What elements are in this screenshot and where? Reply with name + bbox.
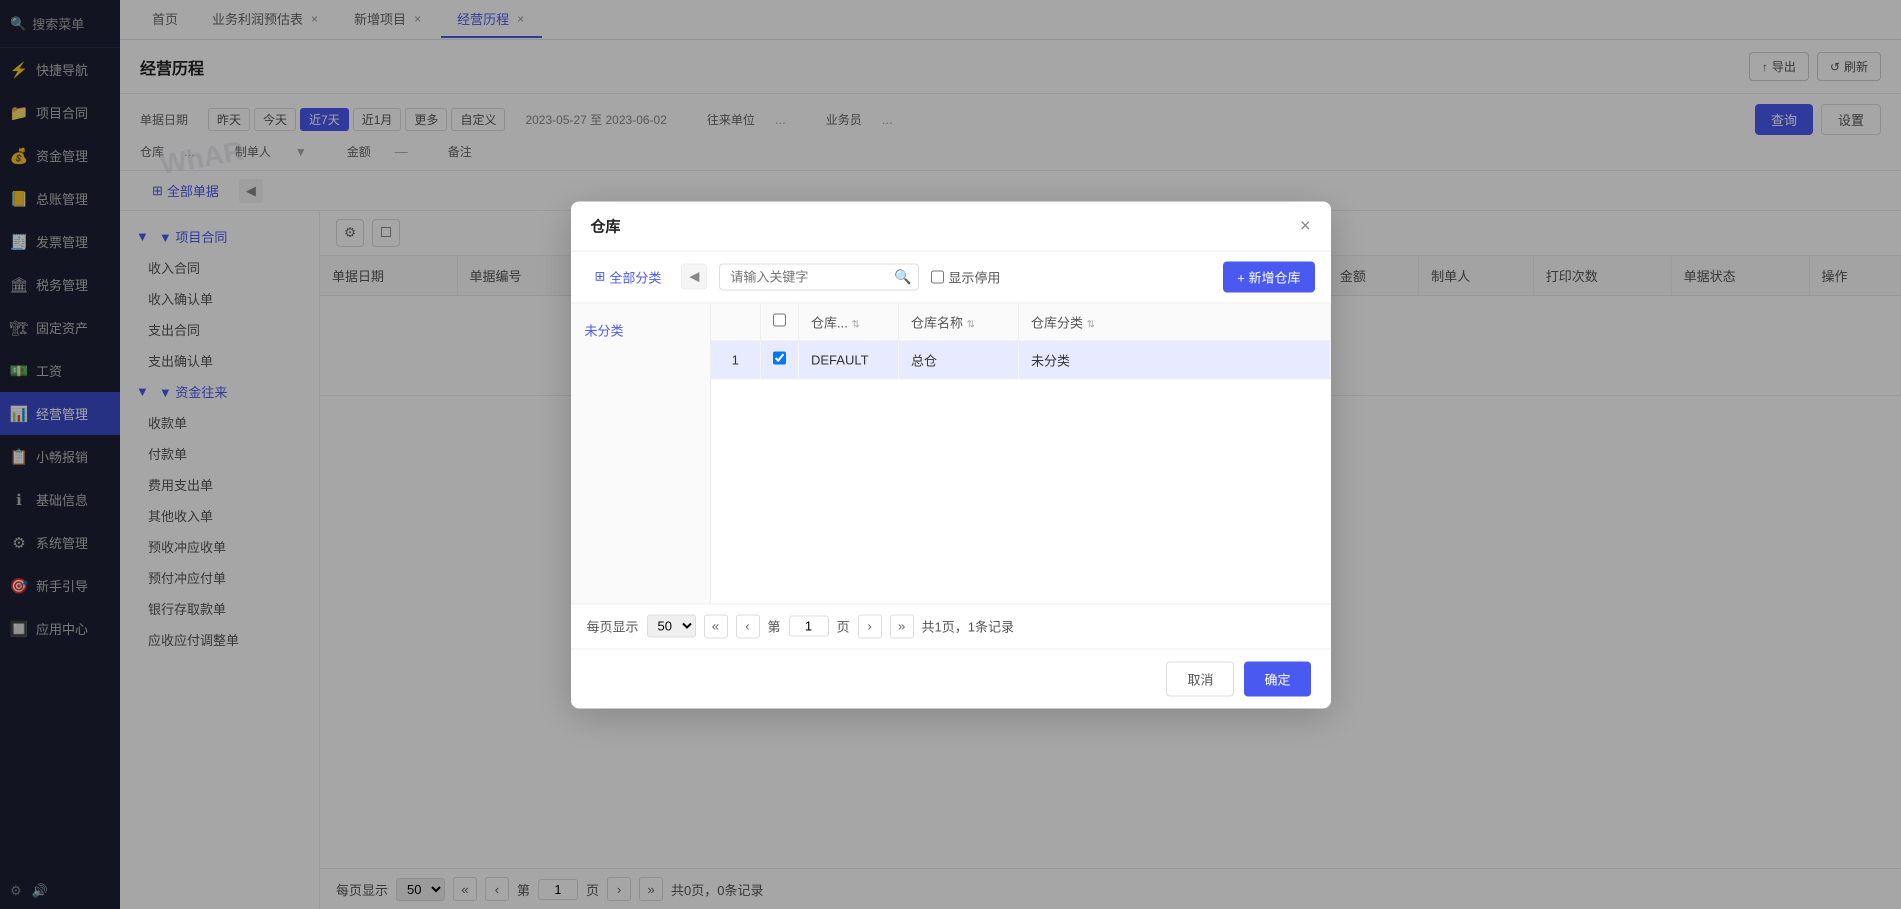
modal-page-size-select[interactable]: 50 [647, 615, 696, 638]
confirm-button[interactable]: 确定 [1244, 661, 1310, 696]
show-disabled-label: 显示停用 [948, 267, 1000, 286]
modal-select-all-checkbox[interactable] [773, 314, 786, 327]
modal-total-records: 共1页，1条记录 [922, 617, 1014, 636]
sort-icon-name: ⇅ [967, 319, 975, 330]
modal-table-header-row: 仓库... ⇅ 仓库名称 ⇅ 仓库分类 ⇅ [711, 303, 1331, 341]
modal-col-category: 仓库分类 ⇅ [1019, 303, 1331, 341]
modal-header: 仓库 × [571, 201, 1331, 251]
modal-search-input[interactable] [719, 263, 919, 290]
modal-footer: 取消 确定 [571, 648, 1331, 708]
modal-col-category-label: 仓库分类 [1031, 315, 1083, 330]
modal-page-suffix: 页 [837, 617, 850, 636]
modal-page-input[interactable] [789, 616, 829, 637]
modal-row-code: DEFAULT [799, 341, 899, 379]
modal-col-seq [711, 303, 761, 341]
modal-left-tree: 未分类 [571, 303, 711, 603]
modal-col-code-label: 仓库... [811, 315, 848, 330]
modal-tree-uncategorized-label: 未分类 [585, 323, 624, 338]
sort-icon-category: ⇅ [1087, 319, 1095, 330]
modal-row-name: 总仓 [899, 341, 1019, 379]
modal-content-layout: 未分类 仓库... ⇅ [571, 303, 1331, 603]
cancel-button[interactable]: 取消 [1166, 661, 1234, 696]
modal-body: ⊞ 全部分类 ◀ 🔍 显示停用 + 新增仓库 未分类 [571, 251, 1331, 648]
grid-icon-modal: ⊞ [595, 269, 606, 285]
modal-col-name-label: 仓库名称 [911, 315, 963, 330]
modal-search-icon: 🔍 [894, 268, 911, 285]
modal-title: 仓库 [591, 215, 621, 236]
modal-page-size-label: 每页显示 [587, 617, 639, 636]
modal-page-first-btn[interactable]: « [704, 614, 728, 638]
modal-col-check [761, 303, 799, 341]
modal-row-check[interactable] [761, 341, 799, 379]
modal-toolbar: ⊞ 全部分类 ◀ 🔍 显示停用 + 新增仓库 [571, 251, 1331, 303]
modal-page-label: 第 [768, 617, 781, 636]
modal-table-row[interactable]: 1 DEFAULT 总仓 未分类 [711, 341, 1331, 379]
modal-table-area: 仓库... ⇅ 仓库名称 ⇅ 仓库分类 ⇅ [711, 303, 1331, 603]
modal-row-seq: 1 [711, 341, 761, 379]
show-disabled-checkbox[interactable] [931, 270, 944, 283]
modal-page-next-btn[interactable]: › [858, 614, 882, 638]
modal-page-last-btn[interactable]: » [890, 614, 914, 638]
modal-col-name: 仓库名称 ⇅ [899, 303, 1019, 341]
warehouse-modal: 仓库 × ⊞ 全部分类 ◀ 🔍 显示停用 + 新增仓库 [571, 201, 1331, 708]
show-disabled-checkbox-label[interactable]: 显示停用 [931, 267, 1000, 286]
modal-col-code: 仓库... ⇅ [799, 303, 899, 341]
modal-tree-uncategorized[interactable]: 未分类 [571, 313, 710, 346]
add-warehouse-button[interactable]: + 新增仓库 [1223, 261, 1314, 292]
modal-page-prev-btn[interactable]: ‹ [736, 614, 760, 638]
all-category-label: 全部分类 [609, 267, 661, 286]
collapse-icon-modal: ◀ [689, 269, 699, 285]
modal-table: 仓库... ⇅ 仓库名称 ⇅ 仓库分类 ⇅ [711, 303, 1331, 379]
sort-icon-code: ⇅ [851, 319, 859, 330]
modal-row-category: 未分类 [1019, 341, 1331, 379]
modal-collapse-btn[interactable]: ◀ [681, 264, 707, 290]
all-category-btn[interactable]: ⊞ 全部分类 [587, 263, 670, 290]
modal-close-button[interactable]: × [1300, 215, 1311, 236]
modal-search-wrap: 🔍 [719, 263, 919, 290]
modal-row-checkbox[interactable] [773, 352, 786, 365]
modal-pagination: 每页显示 50 « ‹ 第 页 › » 共1页，1条记录 [571, 603, 1331, 648]
